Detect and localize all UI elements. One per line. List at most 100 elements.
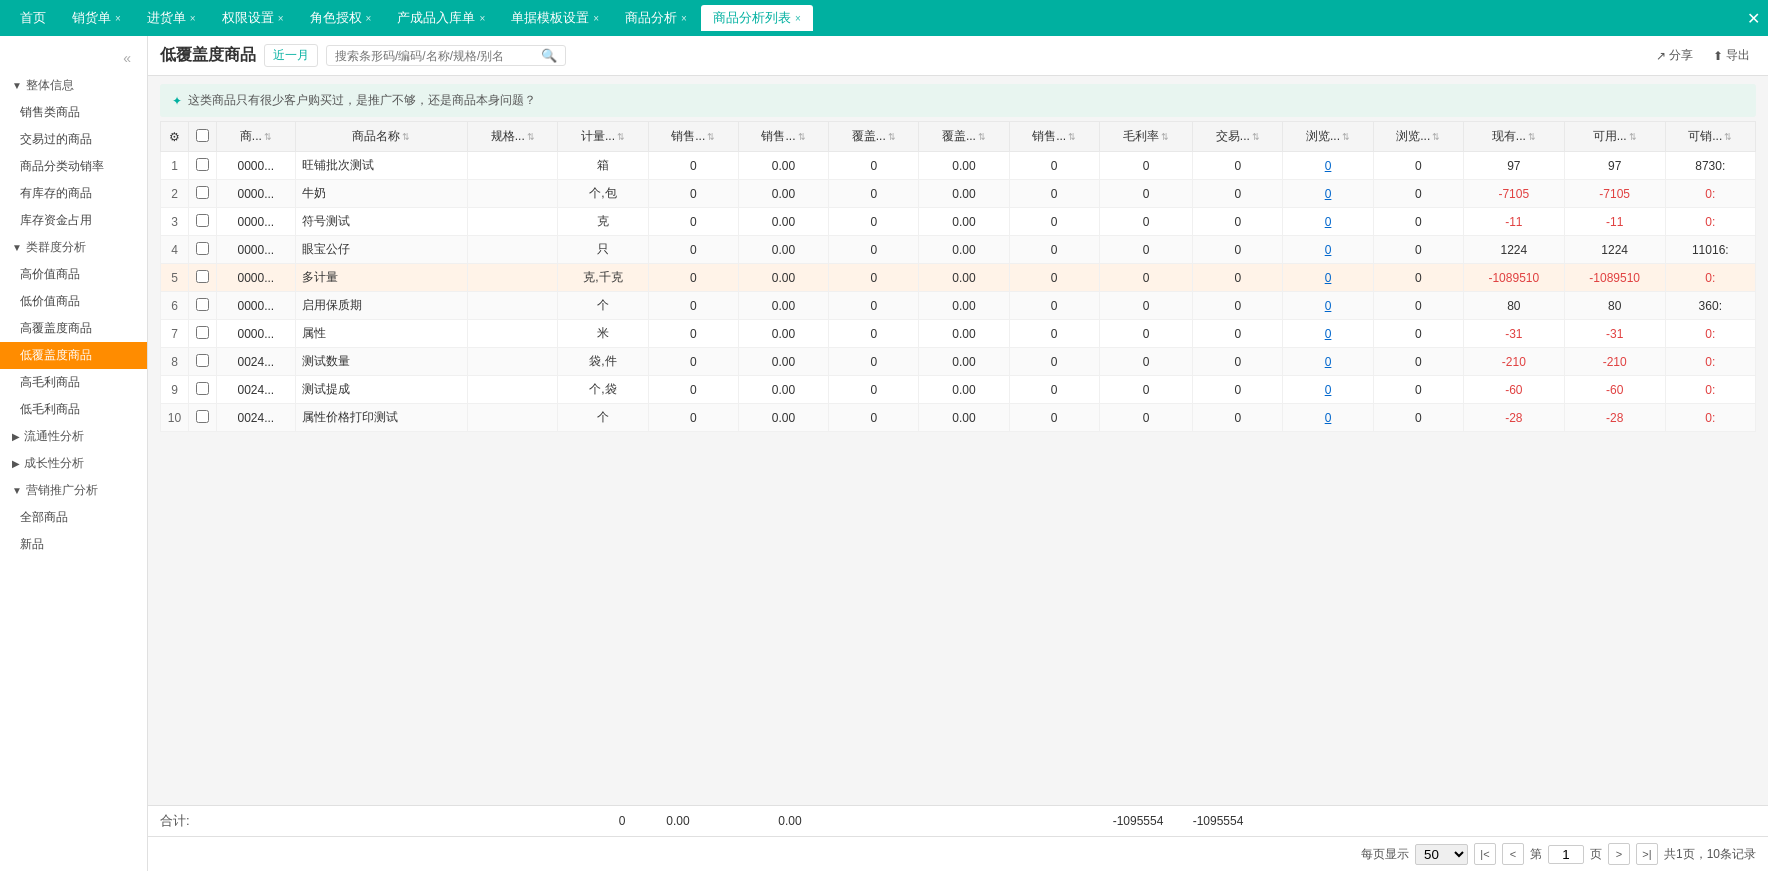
row-gross: 0 bbox=[1099, 236, 1192, 264]
row-browse1[interactable]: 0 bbox=[1283, 264, 1373, 292]
nav-product-analysis[interactable]: 商品分析 × bbox=[613, 5, 699, 31]
table-row: 9 0024... 测试提成 个,袋 0 0.00 0 0.00 0 0 0 0… bbox=[161, 376, 1756, 404]
nav-product-stock[interactable]: 产成品入库单 × bbox=[385, 5, 497, 31]
col-trans[interactable]: 交易...⇅ bbox=[1193, 122, 1283, 152]
col-checkbox[interactable] bbox=[189, 122, 217, 152]
col-settings[interactable]: ⚙ bbox=[161, 122, 189, 152]
nav-close-template[interactable]: × bbox=[593, 13, 599, 24]
row-browse1[interactable]: 0 bbox=[1283, 404, 1373, 432]
nav-sales[interactable]: 销货单 × bbox=[60, 5, 133, 31]
col-stock[interactable]: 现有...⇅ bbox=[1463, 122, 1564, 152]
col-gross[interactable]: 毛利率⇅ bbox=[1099, 122, 1192, 152]
sidebar-item-high-profit[interactable]: 高毛利商品 bbox=[0, 369, 147, 396]
nav-purchase[interactable]: 进货单 × bbox=[135, 5, 208, 31]
nav-close-product-stock[interactable]: × bbox=[479, 13, 485, 24]
col-browse1[interactable]: 浏览...⇅ bbox=[1283, 122, 1373, 152]
table-row: 5 0000... 多计量 克,千克 0 0.00 0 0.00 0 0 0 0… bbox=[161, 264, 1756, 292]
close-window-icon[interactable]: ✕ bbox=[1747, 9, 1760, 28]
nav-close-role[interactable]: × bbox=[366, 13, 372, 24]
page-nav-prev[interactable]: < bbox=[1502, 843, 1524, 865]
share-button[interactable]: ↗ 分享 bbox=[1650, 45, 1699, 66]
nav-home[interactable]: 首页 bbox=[8, 5, 58, 31]
sidebar-section-circulation[interactable]: ▶ 流通性分析 bbox=[0, 423, 147, 450]
row-browse1[interactable]: 0 bbox=[1283, 236, 1373, 264]
sidebar-section-overall[interactable]: ▼ 整体信息 bbox=[0, 72, 147, 99]
sidebar-section-growth[interactable]: ▶ 成长性分析 bbox=[0, 450, 147, 477]
col-saleable[interactable]: 可销...⇅ bbox=[1665, 122, 1755, 152]
col-code[interactable]: 商...⇅ bbox=[217, 122, 296, 152]
sidebar-collapse-icon[interactable]: « bbox=[115, 46, 139, 70]
sidebar-item-low-coverage[interactable]: 低覆盖度商品 bbox=[0, 342, 147, 369]
row-stock: 80 bbox=[1463, 292, 1564, 320]
row-cover2: 0.00 bbox=[919, 376, 1009, 404]
row-checkbox[interactable] bbox=[189, 264, 217, 292]
row-browse1[interactable]: 0 bbox=[1283, 348, 1373, 376]
row-browse1[interactable]: 0 bbox=[1283, 180, 1373, 208]
sidebar-item-stocked-goods[interactable]: 有库存的商品 bbox=[0, 180, 147, 207]
page-nav-first[interactable]: |< bbox=[1474, 843, 1496, 865]
col-cover1[interactable]: 覆盖...⇅ bbox=[829, 122, 919, 152]
row-browse1[interactable]: 0 bbox=[1283, 376, 1373, 404]
row-checkbox[interactable] bbox=[189, 404, 217, 432]
row-sales3: 0 bbox=[1009, 236, 1099, 264]
nav-close-product-analysis[interactable]: × bbox=[681, 13, 687, 24]
export-button[interactable]: ⬆ 导出 bbox=[1707, 45, 1756, 66]
sidebar-item-all-goods[interactable]: 全部商品 bbox=[0, 504, 147, 531]
row-name: 测试数量 bbox=[295, 348, 468, 376]
col-sales3[interactable]: 销售...⇅ bbox=[1009, 122, 1099, 152]
row-checkbox[interactable] bbox=[189, 320, 217, 348]
per-page-label: 每页显示 bbox=[1361, 846, 1409, 863]
sidebar-item-low-profit[interactable]: 低毛利商品 bbox=[0, 396, 147, 423]
per-page-select[interactable]: 50 20 100 bbox=[1415, 844, 1468, 865]
sidebar-item-traded-goods[interactable]: 交易过的商品 bbox=[0, 126, 147, 153]
sidebar-section-cluster[interactable]: ▼ 类群度分析 bbox=[0, 234, 147, 261]
sidebar-item-stock-capital[interactable]: 库存资金占用 bbox=[0, 207, 147, 234]
row-checkbox[interactable] bbox=[189, 152, 217, 180]
col-avail[interactable]: 可用...⇅ bbox=[1564, 122, 1665, 152]
row-sales2: 0.00 bbox=[738, 348, 828, 376]
row-browse1[interactable]: 0 bbox=[1283, 320, 1373, 348]
page-input[interactable] bbox=[1548, 845, 1584, 864]
page-nav-next[interactable]: > bbox=[1608, 843, 1630, 865]
row-checkbox[interactable] bbox=[189, 180, 217, 208]
col-sales2[interactable]: 销售...⇅ bbox=[738, 122, 828, 152]
page-nav-last[interactable]: >| bbox=[1636, 843, 1658, 865]
sidebar-item-high-value[interactable]: 高价值商品 bbox=[0, 261, 147, 288]
row-browse1[interactable]: 0 bbox=[1283, 208, 1373, 236]
select-all-checkbox[interactable] bbox=[196, 129, 209, 142]
col-browse2[interactable]: 浏览...⇅ bbox=[1373, 122, 1463, 152]
nav-product-analysis-list[interactable]: 商品分析列表 × bbox=[701, 5, 813, 31]
search-input[interactable] bbox=[335, 49, 541, 63]
col-name[interactable]: 商品名称⇅ bbox=[295, 122, 468, 152]
row-checkbox[interactable] bbox=[189, 376, 217, 404]
row-gross: 0 bbox=[1099, 404, 1192, 432]
sidebar-item-sales-goods[interactable]: 销售类商品 bbox=[0, 99, 147, 126]
nav-close-permission[interactable]: × bbox=[278, 13, 284, 24]
row-checkbox[interactable] bbox=[189, 236, 217, 264]
nav-close-purchase[interactable]: × bbox=[190, 13, 196, 24]
sidebar-item-new-goods[interactable]: 新品 bbox=[0, 531, 147, 558]
nav-close-product-analysis-list[interactable]: × bbox=[795, 13, 801, 24]
nav-close-sales[interactable]: × bbox=[115, 13, 121, 24]
row-sales1: 0 bbox=[648, 404, 738, 432]
page-label: 第 bbox=[1530, 846, 1542, 863]
col-cover2[interactable]: 覆盖...⇅ bbox=[919, 122, 1009, 152]
col-unit[interactable]: 计量...⇅ bbox=[558, 122, 648, 152]
nav-permission[interactable]: 权限设置 × bbox=[210, 5, 296, 31]
col-sales1[interactable]: 销售...⇅ bbox=[648, 122, 738, 152]
col-spec[interactable]: 规格...⇅ bbox=[468, 122, 558, 152]
row-browse1[interactable]: 0 bbox=[1283, 292, 1373, 320]
row-checkbox[interactable] bbox=[189, 208, 217, 236]
row-checkbox[interactable] bbox=[189, 292, 217, 320]
time-filter-button[interactable]: 近一月 bbox=[264, 44, 318, 67]
nav-role[interactable]: 角色授权 × bbox=[298, 5, 384, 31]
sidebar-item-low-value[interactable]: 低价值商品 bbox=[0, 288, 147, 315]
row-gross: 0 bbox=[1099, 180, 1192, 208]
sidebar-item-category-rate[interactable]: 商品分类动销率 bbox=[0, 153, 147, 180]
row-cover1: 0 bbox=[829, 348, 919, 376]
sidebar-section-marketing[interactable]: ▼ 营销推广分析 bbox=[0, 477, 147, 504]
nav-template[interactable]: 单据模板设置 × bbox=[499, 5, 611, 31]
sidebar-item-high-coverage[interactable]: 高覆盖度商品 bbox=[0, 315, 147, 342]
row-browse1[interactable]: 0 bbox=[1283, 152, 1373, 180]
row-checkbox[interactable] bbox=[189, 348, 217, 376]
